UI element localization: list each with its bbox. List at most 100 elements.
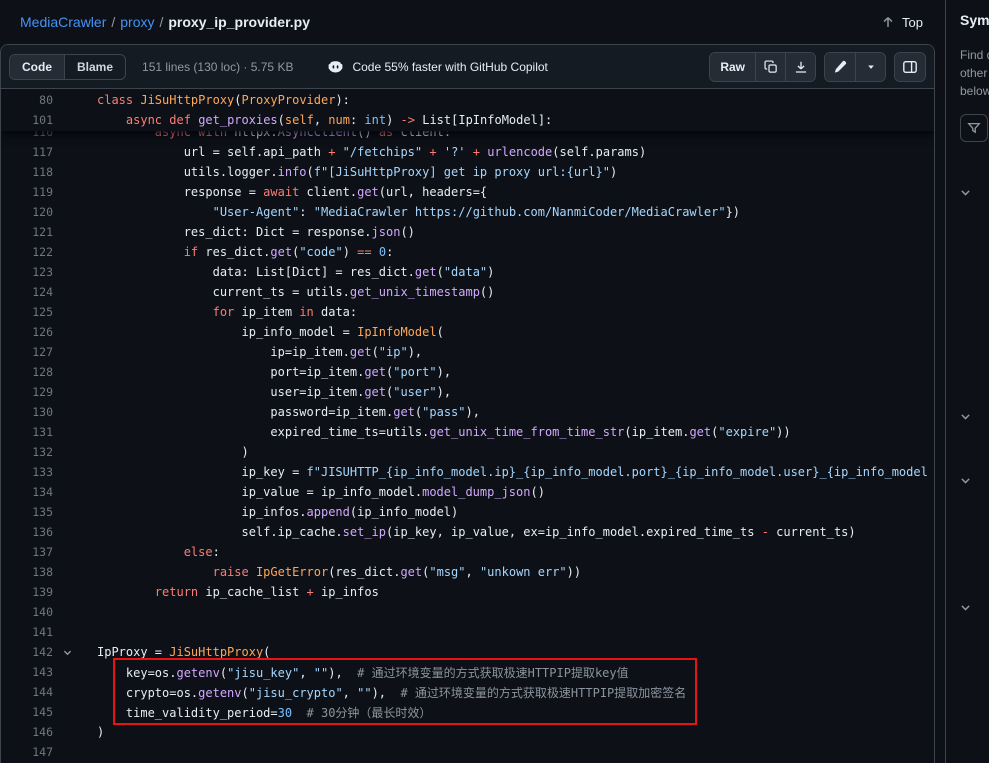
code-line: 116 async with httpx.AsyncClient() as cl… (1, 131, 934, 142)
code-line: 141 (1, 622, 934, 642)
panel-toggle-group (894, 52, 926, 82)
tab-code[interactable]: Code (10, 55, 64, 79)
copy-raw-button[interactable] (755, 53, 785, 81)
edit-dropdown-button[interactable] (855, 53, 885, 81)
copilot-banner[interactable]: Code 55% faster with GitHub Copilot (327, 58, 547, 75)
breadcrumb-folder-link[interactable]: proxy (120, 14, 154, 30)
edit-file-button[interactable] (825, 53, 855, 81)
line-number[interactable]: 142 (1, 645, 57, 659)
line-number[interactable]: 80 (1, 93, 57, 107)
line-number[interactable]: 122 (1, 245, 57, 259)
code-line: 123 data: List[Dict] = res_dict.get("dat… (1, 262, 934, 282)
line-number[interactable]: 141 (1, 625, 57, 639)
code-blame-switch: Code Blame (9, 54, 126, 80)
line-number[interactable]: 140 (1, 605, 57, 619)
line-number[interactable]: 145 (1, 705, 57, 719)
sticky-context-lines: 80 class JiSuHttpProxy(ProxyProvider): 101… (1, 89, 934, 131)
raw-button[interactable]: Raw (710, 53, 755, 81)
code-text: expired_time_ts=utils.get_unix_time_from… (97, 425, 791, 439)
code-line: 125 for ip_item in data: (1, 302, 934, 322)
code-text: ip_infos.append(ip_info_model) (97, 505, 458, 519)
file-toolbar: Code Blame 151 lines (130 loc) · 5.75 KB… (1, 45, 934, 89)
code-text: current_ts = utils.get_unix_timestamp() (97, 285, 494, 299)
code-text: ip_info_model = IpInfoModel( (97, 325, 444, 339)
chevron-down-icon[interactable] (959, 474, 973, 488)
code-text: ip_value = ip_info_model.model_dump_json… (97, 485, 545, 499)
copilot-banner-text: Code 55% faster with GitHub Copilot (352, 60, 547, 74)
symbols-hint-line: below or in the code. (960, 82, 989, 100)
line-number[interactable]: 134 (1, 485, 57, 499)
file-info-text: 151 lines (130 loc) · 5.75 KB (142, 60, 293, 74)
line-number[interactable]: 124 (1, 285, 57, 299)
code-line: 145 time_validity_period=30 # 30分钟（最长时效） (1, 702, 934, 722)
code-text: return ip_cache_list + ip_infos (97, 585, 379, 599)
line-number[interactable]: 146 (1, 725, 57, 739)
chevron-down-icon[interactable] (959, 410, 973, 424)
code-line: 147 (1, 742, 934, 762)
code-lines: 116 async with httpx.AsyncClient() as cl… (1, 131, 934, 762)
line-number[interactable]: 129 (1, 385, 57, 399)
line-number[interactable]: 121 (1, 225, 57, 239)
code-text: url = self.api_path + "/fetchips" + '?' … (97, 145, 646, 159)
line-number[interactable]: 136 (1, 525, 57, 539)
line-number[interactable]: 128 (1, 365, 57, 379)
line-number[interactable]: 120 (1, 205, 57, 219)
code-line: 129 user=ip_item.get("user"), (1, 382, 934, 402)
code-line: 135 ip_infos.append(ip_info_model) (1, 502, 934, 522)
back-to-top-button[interactable]: Top (881, 15, 923, 30)
code-line: 101 async def get_proxies(self, num: int… (1, 110, 934, 130)
line-number[interactable]: 144 (1, 685, 57, 699)
fold-chevron-icon[interactable] (57, 647, 77, 658)
line-number[interactable]: 123 (1, 265, 57, 279)
pencil-icon (833, 60, 847, 74)
line-number[interactable]: 119 (1, 185, 57, 199)
code-text: async with httpx.AsyncClient() as client… (97, 131, 451, 139)
code-text: "User-Agent": "MediaCrawler https://gith… (97, 205, 740, 219)
line-number[interactable]: 135 (1, 505, 57, 519)
code-text: ) (97, 725, 104, 739)
line-number[interactable]: 127 (1, 345, 57, 359)
chevron-down-icon[interactable] (959, 601, 973, 615)
symbols-panel-toggle-button[interactable] (895, 53, 925, 81)
raw-actions-group: Raw (709, 52, 816, 82)
code-text: password=ip_item.get("pass"), (97, 405, 480, 419)
copy-icon (764, 60, 778, 74)
breadcrumb-repo-link[interactable]: MediaCrawler (20, 14, 106, 30)
code-line: 117 url = self.api_path + "/fetchips" + … (1, 142, 934, 162)
chevron-down-icon[interactable] (959, 186, 973, 200)
download-raw-button[interactable] (785, 53, 815, 81)
code-line: 137 else: (1, 542, 934, 562)
line-number[interactable]: 125 (1, 305, 57, 319)
line-number[interactable]: 116 (1, 131, 57, 139)
line-number[interactable]: 147 (1, 745, 57, 759)
symbols-filter-button[interactable] (960, 114, 988, 142)
line-number[interactable]: 139 (1, 585, 57, 599)
code-line: 122 if res_dict.get("code") == 0: (1, 242, 934, 262)
code-line: 136 self.ip_cache.set_ip(ip_key, ip_valu… (1, 522, 934, 542)
line-number[interactable]: 126 (1, 325, 57, 339)
line-number[interactable]: 137 (1, 545, 57, 559)
line-number[interactable]: 132 (1, 445, 57, 459)
line-number[interactable]: 130 (1, 405, 57, 419)
code-text: self.ip_cache.set_ip(ip_key, ip_value, e… (97, 525, 856, 539)
line-number[interactable]: 118 (1, 165, 57, 179)
download-icon (794, 60, 808, 74)
code-line: 143 key=os.getenv("jisu_key", ""), # 通过环… (1, 662, 934, 682)
back-to-top-label: Top (902, 15, 923, 30)
line-number[interactable]: 117 (1, 145, 57, 159)
edit-actions-group (824, 52, 886, 82)
code-text: IpProxy = JiSuHttpProxy( (97, 645, 270, 659)
tab-blame[interactable]: Blame (64, 55, 125, 79)
line-number[interactable]: 101 (1, 113, 57, 127)
code-line: 146) (1, 722, 934, 742)
code-text: response = await client.get(url, headers… (97, 185, 487, 199)
line-number[interactable]: 138 (1, 565, 57, 579)
code-view: 80 class JiSuHttpProxy(ProxyProvider): 101… (1, 89, 934, 763)
line-number[interactable]: 133 (1, 465, 57, 479)
breadcrumb-file-name: proxy_ip_provider.py (168, 14, 310, 30)
line-number[interactable]: 143 (1, 665, 57, 679)
code-text: class JiSuHttpProxy(ProxyProvider): (97, 93, 350, 107)
code-text: key=os.getenv("jisu_key", ""), # 通过环境变量的… (97, 664, 629, 681)
line-number[interactable]: 131 (1, 425, 57, 439)
code-line: 134 ip_value = ip_info_model.model_dump_… (1, 482, 934, 502)
